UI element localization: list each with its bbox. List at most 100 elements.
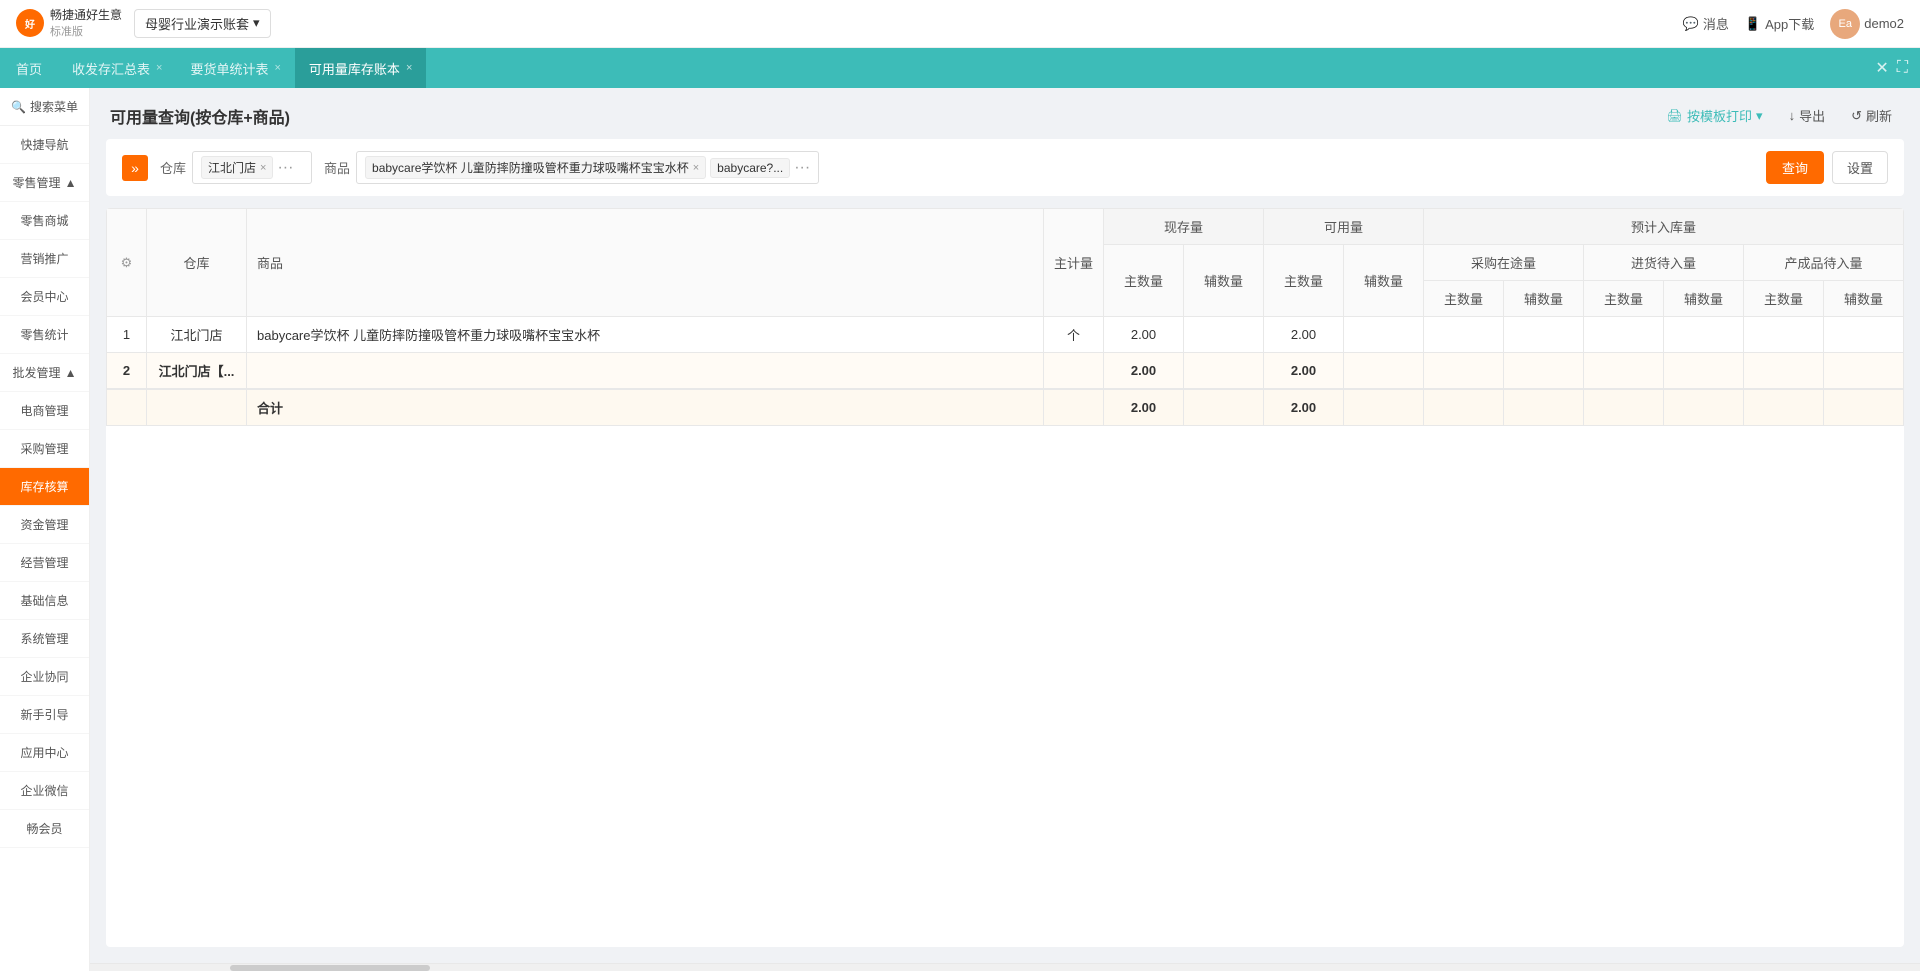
nav-expand-icon[interactable]: ⛶ <box>1897 59 1908 77</box>
product-tag1-close[interactable]: × <box>693 162 699 174</box>
print-label: 按模板打印 <box>1687 106 1752 125</box>
app-center-label: 应用中心 <box>20 744 68 761</box>
user-profile[interactable]: Ea demo2 <box>1830 9 1904 39</box>
tab-receive-summary[interactable]: 收发存汇总表 × <box>58 48 176 88</box>
sidebar-item-membership[interactable]: 会员中心 <box>0 278 89 316</box>
retail-mgmt-label: 零售管理 <box>13 174 61 191</box>
export-button[interactable]: ↓ 导出 <box>1781 102 1834 129</box>
scrollbar-area[interactable] <box>90 963 1920 971</box>
cell-purchase-transit-main <box>1424 317 1504 353</box>
sidebar-item-finance[interactable]: 资金管理 <box>0 506 89 544</box>
refresh-label: 刷新 <box>1866 106 1892 125</box>
sidebar-item-basic-info[interactable]: 基础信息 <box>0 582 89 620</box>
warehouse-tag: 江北门店 × <box>201 156 273 179</box>
filter-bar: » 仓库 江北门店 × ··· 商品 <box>106 139 1904 196</box>
settings-button[interactable]: 设置 <box>1832 151 1888 184</box>
sidebar-item-member-plus[interactable]: 畅会员 <box>0 810 89 848</box>
cell-pt-aux2 <box>1504 353 1584 390</box>
messages-button[interactable]: 💬 消息 <box>1683 14 1729 33</box>
tab-close-icon[interactable]: × <box>156 62 162 74</box>
product-tag1-value: babycare学饮杯 儿童防摔防撞吸管杯重力球吸嘴杯宝宝水杯 <box>372 159 689 176</box>
purchase-mgmt-label: 采购管理 <box>20 440 68 457</box>
footer-prod-aux <box>1824 389 1904 426</box>
top-bar: 好 畅捷通好生意 标准版 母婴行业演示账套 ▾ 💬 消息 📱 App下载 Ea … <box>0 0 1920 48</box>
finance-label: 资金管理 <box>20 516 68 533</box>
sidebar-item-enterprise-wechat[interactable]: 企业微信 <box>0 772 89 810</box>
app-download-button[interactable]: 📱 App下载 <box>1745 14 1814 33</box>
sidebar-item-system[interactable]: 系统管理 <box>0 620 89 658</box>
sidebar-item-retail-stats[interactable]: 零售统计 <box>0 316 89 354</box>
membership-label: 会员中心 <box>20 288 68 305</box>
cell-warehouse2: 江北门店【... <box>147 353 247 390</box>
cell-in-main2 <box>1584 353 1664 390</box>
product-filter: 商品 babycare学饮杯 儿童防摔防撞吸管杯重力球吸嘴杯宝宝水杯 × bab… <box>324 151 819 184</box>
sidebar-search[interactable]: 🔍 搜索菜单 <box>0 88 89 126</box>
cell-product2 <box>247 353 1044 390</box>
th-product-main: 主数量 <box>1744 281 1824 317</box>
scrollbar-thumb[interactable] <box>230 965 430 971</box>
sidebar-item-enterprise-collab[interactable]: 企业协同 <box>0 658 89 696</box>
cell-product: babycare学饮杯 儿童防摔防撞吸管杯重力球吸嘴杯宝宝水杯 <box>247 317 1044 353</box>
footer-spacer <box>107 389 147 426</box>
messages-label: 消息 <box>1703 14 1729 33</box>
cell-avail-aux <box>1344 317 1424 353</box>
sidebar-item-retail-mall[interactable]: 零售商城 <box>0 202 89 240</box>
warehouse-input[interactable]: 江北门店 × ··· <box>192 151 312 184</box>
cell-warehouse: 江北门店 <box>147 317 247 353</box>
tab-available-stock[interactable]: 可用量库存账本 × <box>295 48 426 88</box>
filter-expand-button[interactable]: » <box>122 155 148 181</box>
product-more-icon[interactable]: ··· <box>794 159 810 177</box>
th-stock-main: 主数量 <box>1104 245 1184 317</box>
nav-tabs-right: ✕ ⛶ <box>1875 58 1920 78</box>
footer-stock-aux <box>1184 389 1264 426</box>
tab-receive-summary-label: 收发存汇总表 <box>72 59 150 78</box>
sidebar-item-wholesale-mgmt[interactable]: 批发管理 ▲ <box>0 354 89 392</box>
th-purchase-transit: 采购在途量 <box>1424 245 1584 281</box>
chevron-down-icon: ▾ <box>253 15 260 31</box>
industry-selector[interactable]: 母婴行业演示账套 ▾ <box>134 9 271 38</box>
export-label: 导出 <box>1799 106 1825 125</box>
sidebar-item-quick-nav[interactable]: 快捷导航 <box>0 126 89 164</box>
warehouse-more-icon[interactable]: ··· <box>277 159 293 177</box>
footer-avail-aux <box>1344 389 1424 426</box>
th-product: 商品 <box>247 209 1044 317</box>
sidebar-item-inventory[interactable]: 库存核算 <box>0 468 89 506</box>
sidebar: 🔍 搜索菜单 快捷导航 零售管理 ▲ 零售商城 营销推广 会员中心 零售统计 批… <box>0 88 90 971</box>
sidebar-item-purchase-mgmt[interactable]: 采购管理 <box>0 430 89 468</box>
cell-stock-aux <box>1184 317 1264 353</box>
cell-prod-main2 <box>1744 353 1824 390</box>
refresh-button[interactable]: ↺ 刷新 <box>1843 102 1900 129</box>
warehouse-tag-close[interactable]: × <box>260 162 266 174</box>
footer-avail-main: 2.00 <box>1264 389 1344 426</box>
cell-unit: 个 <box>1043 317 1103 353</box>
warehouse-filter: 仓库 江北门店 × ··· <box>160 151 312 184</box>
tab-available-stock-label: 可用量库存账本 <box>309 59 400 78</box>
th-gear[interactable]: ⚙ <box>107 209 147 317</box>
tab-order-stats[interactable]: 要货单统计表 × <box>176 48 294 88</box>
footer-unit <box>1043 389 1103 426</box>
tab-home[interactable]: 首页 <box>0 48 58 88</box>
sidebar-item-operations[interactable]: 经营管理 <box>0 544 89 582</box>
cell-avail-main2: 2.00 <box>1264 353 1344 390</box>
basic-info-label: 基础信息 <box>20 592 68 609</box>
query-button[interactable]: 查询 <box>1766 151 1824 184</box>
chevron-down-icon: ▾ <box>1756 108 1763 124</box>
th-incoming-main: 主数量 <box>1584 281 1664 317</box>
tab-close-icon[interactable]: × <box>274 62 280 74</box>
username: demo2 <box>1864 16 1904 31</box>
th-current-stock: 现存量 <box>1104 209 1264 245</box>
logo-text-block: 畅捷通好生意 标准版 <box>50 8 122 38</box>
product-input[interactable]: babycare学饮杯 儿童防摔防撞吸管杯重力球吸嘴杯宝宝水杯 × babyca… <box>356 151 819 184</box>
top-bar-right: 💬 消息 📱 App下载 Ea demo2 <box>1683 9 1904 39</box>
cell-stock-main2: 2.00 <box>1104 353 1184 390</box>
print-button[interactable]: 🖨 按模板打印 ▾ <box>1659 102 1771 129</box>
sidebar-item-marketing[interactable]: 营销推广 <box>0 240 89 278</box>
cell-avail-main: 2.00 <box>1264 317 1344 353</box>
tab-close-icon[interactable]: × <box>406 62 412 74</box>
nav-close-icon[interactable]: ✕ <box>1875 58 1888 78</box>
sidebar-item-app-center[interactable]: 应用中心 <box>0 734 89 772</box>
sidebar-item-retail-mgmt[interactable]: 零售管理 ▲ <box>0 164 89 202</box>
sidebar-item-newbie[interactable]: 新手引导 <box>0 696 89 734</box>
sidebar-item-ecommerce[interactable]: 电商管理 <box>0 392 89 430</box>
cell-stock-main: 2.00 <box>1104 317 1184 353</box>
